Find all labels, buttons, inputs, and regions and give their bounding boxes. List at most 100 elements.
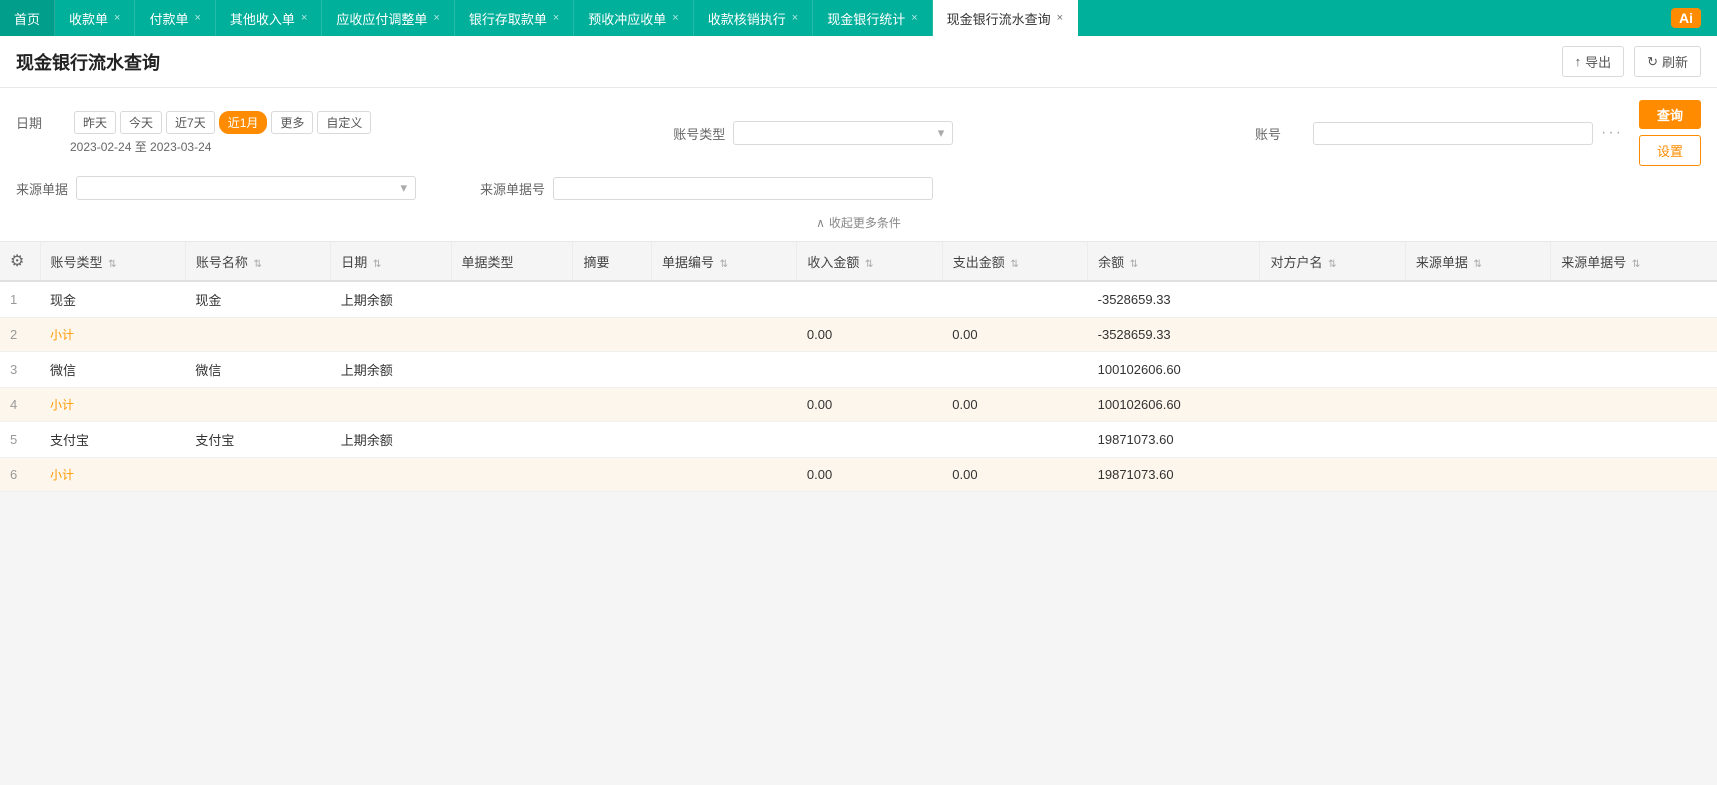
table-cell: [1260, 281, 1405, 318]
table-cell: [1260, 388, 1405, 422]
collapse-label: 收起更多条件: [829, 214, 901, 231]
nav-close-liushui[interactable]: ×: [1057, 12, 1063, 24]
source-doc-select[interactable]: ▾: [76, 176, 416, 200]
col-account-type[interactable]: 账号类型 ⇅: [40, 242, 185, 281]
table-cell: [652, 422, 797, 458]
table-cell: -3528659.33: [1088, 318, 1260, 352]
data-table-wrap: ⚙ 账号类型 ⇅ 账号名称 ⇅ 日期 ⇅ 单据类型 摘要: [0, 242, 1717, 492]
table-cell: 上期余额: [331, 422, 451, 458]
nav-close-yingshouyingfu[interactable]: ×: [433, 12, 439, 24]
nav-close-shoukuandan[interactable]: ×: [114, 12, 120, 24]
nav-close-fukuandan[interactable]: ×: [194, 12, 200, 24]
table-cell: [797, 352, 942, 388]
col-balance[interactable]: 余额 ⇅: [1088, 242, 1260, 281]
refresh-button[interactable]: ↻ 刷新: [1634, 46, 1701, 77]
nav-item-yushouchong[interactable]: 预收冲应收单 ×: [574, 0, 693, 36]
filter-row-2: 来源单据 ▾ 来源单据号: [16, 176, 1701, 200]
col-account-name[interactable]: 账号名称 ⇅: [185, 242, 330, 281]
date-btn-more[interactable]: 更多: [271, 111, 313, 134]
account-filter: 账号 ···: [1255, 122, 1623, 145]
query-button[interactable]: 查询: [1639, 100, 1701, 129]
account-type-select[interactable]: ▾: [733, 121, 953, 145]
table-cell: [1405, 318, 1550, 352]
table-cell: 0.00: [942, 388, 1087, 422]
date-btn-1month[interactable]: 近1月: [219, 111, 268, 134]
table-cell: [1551, 352, 1717, 388]
col-source-doc-no[interactable]: 来源单据号 ⇅: [1551, 242, 1717, 281]
nav-close-shoukuanhexiao[interactable]: ×: [792, 12, 798, 24]
nav-close-yushouchong[interactable]: ×: [672, 12, 678, 24]
ai-badge[interactable]: Ai: [1671, 8, 1701, 28]
table-row[interactable]: 2小计0.000.00-3528659.33: [0, 318, 1717, 352]
col-settings[interactable]: ⚙: [0, 242, 40, 281]
date-btn-yesterday[interactable]: 昨天: [74, 111, 116, 134]
table-cell: [652, 281, 797, 318]
table-cell: 微信: [185, 352, 330, 388]
date-btn-today[interactable]: 今天: [120, 111, 162, 134]
collapse-more-conditions[interactable]: ∧ 收起更多条件: [16, 210, 1701, 233]
table-cell: [451, 281, 573, 318]
col-counterparty-sort-icon: ⇅: [1328, 259, 1336, 270]
ai-badge-area: Ai: [1655, 8, 1717, 28]
table-cell: [652, 318, 797, 352]
col-expense[interactable]: 支出金额 ⇅: [942, 242, 1087, 281]
nav-close-yinhangcunqu[interactable]: ×: [553, 12, 559, 24]
table-row[interactable]: 3微信微信上期余额100102606.60: [0, 352, 1717, 388]
date-range-display: 2023-02-24 至 2023-03-24: [66, 138, 371, 155]
nav-label-shoukuanhexiao: 收款核销执行: [708, 9, 786, 28]
account-ellipsis-icon[interactable]: ···: [1601, 124, 1623, 142]
col-date[interactable]: 日期 ⇅: [331, 242, 451, 281]
col-income[interactable]: 收入金额 ⇅: [797, 242, 942, 281]
nav-item-shoukuanhexiao[interactable]: 收款核销执行 ×: [694, 0, 813, 36]
collapse-up-icon: ∧: [816, 216, 825, 230]
table-cell: 19871073.60: [1088, 458, 1260, 492]
source-doc-no-filter: 来源单据号: [480, 177, 933, 200]
table-row[interactable]: 6小计0.000.0019871073.60: [0, 458, 1717, 492]
table-cell: [1405, 422, 1550, 458]
col-date-label: 日期: [341, 255, 367, 270]
nav-item-yinhangcunqu[interactable]: 银行存取款单 ×: [455, 0, 574, 36]
nav-item-home[interactable]: 首页: [0, 0, 55, 36]
col-counterparty[interactable]: 对方户名 ⇅: [1260, 242, 1405, 281]
date-btn-custom[interactable]: 自定义: [317, 111, 371, 134]
table-cell: [573, 388, 652, 422]
export-icon: ↑: [1575, 54, 1582, 69]
table-cell: [573, 422, 652, 458]
table-cell: 0.00: [797, 388, 942, 422]
nav-label-liushui: 现金银行流水查询: [947, 9, 1051, 28]
nav-item-fukuandan[interactable]: 付款单 ×: [135, 0, 215, 36]
table-cell: 支付宝: [40, 422, 185, 458]
table-cell: [942, 281, 1087, 318]
nav-item-yingshouyingfu[interactable]: 应收应付调整单 ×: [322, 0, 454, 36]
table-cell: 现金: [185, 281, 330, 318]
nav-close-xianjintongji[interactable]: ×: [911, 12, 917, 24]
source-doc-no-input[interactable]: [553, 177, 933, 200]
account-type-filter: 账号类型 ▾: [673, 121, 953, 145]
table-row[interactable]: 4小计0.000.00100102606.60: [0, 388, 1717, 422]
table-cell: [573, 281, 652, 318]
table-row[interactable]: 1现金现金上期余额-3528659.33: [0, 281, 1717, 318]
table-row[interactable]: 5支付宝支付宝上期余额19871073.60: [0, 422, 1717, 458]
nav-item-qitashourudan[interactable]: 其他收入单 ×: [216, 0, 322, 36]
nav-close-qitashourudan[interactable]: ×: [301, 12, 307, 24]
nav-label-fukuandan: 付款单: [149, 9, 188, 28]
table-cell: [185, 318, 330, 352]
nav-item-xianjintongji[interactable]: 现金银行统计 ×: [813, 0, 932, 36]
nav-item-liushui[interactable]: 现金银行流水查询 ×: [933, 0, 1078, 36]
account-input[interactable]: [1313, 122, 1593, 145]
settings-button[interactable]: 设置: [1639, 135, 1701, 166]
col-account-name-sort-icon: ⇅: [254, 259, 262, 270]
table-settings-icon[interactable]: ⚙: [10, 253, 24, 270]
account-type-label: 账号类型: [673, 124, 725, 143]
col-doc-type[interactable]: 单据类型: [451, 242, 573, 281]
col-doc-no[interactable]: 单据编号 ⇅: [652, 242, 797, 281]
col-summary[interactable]: 摘要: [573, 242, 652, 281]
date-btn-7days[interactable]: 近7天: [166, 111, 215, 134]
col-source-doc[interactable]: 来源单据 ⇅: [1405, 242, 1550, 281]
table-cell: [185, 388, 330, 422]
col-source-doc-label: 来源单据: [1416, 255, 1468, 270]
export-button[interactable]: ↑ 导出: [1562, 46, 1625, 77]
nav-item-shoukuandan[interactable]: 收款单 ×: [55, 0, 135, 36]
filter-actions: 查询 设置: [1639, 100, 1701, 166]
source-doc-chevron-icon: ▾: [400, 180, 407, 196]
